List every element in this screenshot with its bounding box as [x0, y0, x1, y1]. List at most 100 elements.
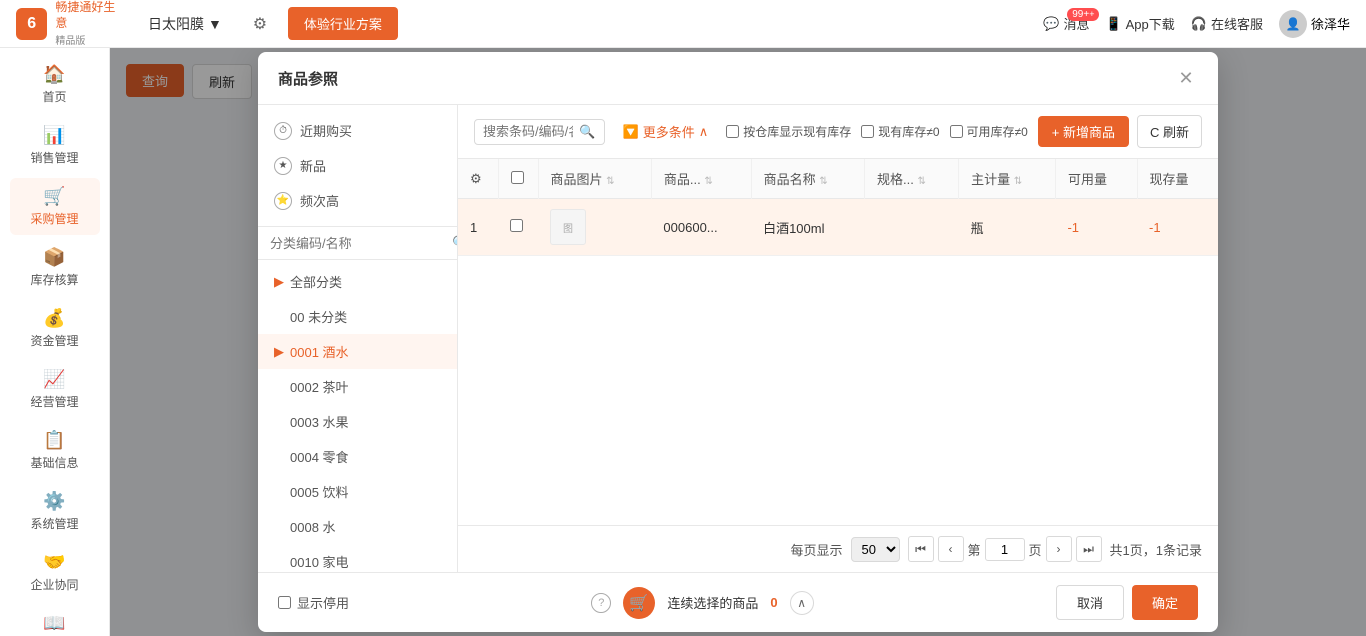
product-search-box: 🔍: [474, 119, 605, 145]
checkbox-warehouse-stock[interactable]: 按仓库显示现有库存: [726, 123, 851, 140]
modal-footer: 显示停用 ? 🛒 连续选择的商品 0 ∧ 取消 确定: [258, 572, 1218, 632]
sidebar-item-inventory[interactable]: 📦 库存核算: [10, 239, 100, 296]
filter-icon: 🔽: [623, 124, 639, 140]
category-item-liquor[interactable]: ▶ 0001 酒水: [258, 334, 457, 369]
logo-text: 畅捷通好生意: [55, 0, 126, 31]
category-item-water[interactable]: 0008 水: [258, 509, 457, 544]
modal-close-button[interactable]: ✕: [1174, 66, 1198, 90]
product-reference-modal: 商品参照 ✕ ⏱ 近期购买 ★ 新: [258, 52, 1218, 632]
per-page-select[interactable]: 50: [851, 537, 900, 562]
sidebar-label-operations: 经营管理: [30, 393, 78, 410]
product-table: ⚙ 商品图片 ⇅ 商品... ⇅: [458, 159, 1218, 256]
sidebar-item-system[interactable]: ⚙️ 系统管理: [10, 483, 100, 540]
dropdown-arrow-icon: ▼: [208, 16, 222, 32]
checkbox-warehouse-stock-input[interactable]: [726, 125, 739, 138]
row-spec: [865, 199, 959, 256]
category-label-liquor: 0001 酒水: [290, 342, 349, 361]
display-disabled-checkbox-label[interactable]: 显示停用: [278, 593, 349, 612]
purchase-icon: 🛒: [43, 186, 65, 207]
col-image-label: 商品图片: [551, 172, 603, 187]
page-number-input[interactable]: [985, 538, 1025, 561]
row-checkbox[interactable]: [498, 199, 538, 256]
app-download-button[interactable]: 📱 App下载: [1105, 14, 1174, 33]
product-search-icon[interactable]: 🔍: [579, 124, 595, 140]
footer-collapse-button[interactable]: ∧: [790, 591, 814, 615]
display-disabled-checkbox[interactable]: [278, 596, 291, 609]
help-icon[interactable]: ?: [591, 593, 611, 613]
col-code: 商品... ⇅: [651, 159, 751, 199]
sidebar-item-sales[interactable]: 📊 销售管理: [10, 117, 100, 174]
col-spec: 规格... ⇅: [865, 159, 959, 199]
category-label-all: 全部分类: [290, 272, 342, 291]
sidebar-item-guide[interactable]: 📖 新手引导: [10, 605, 100, 636]
checkbox-existing-stock-input[interactable]: [861, 125, 874, 138]
store-dropdown[interactable]: 日太阳膜 ▼: [138, 8, 232, 40]
table-row[interactable]: 1 图 000600...: [458, 199, 1218, 256]
category-search-area: 🔍 «: [258, 227, 457, 260]
cart-count: 0: [770, 595, 777, 610]
row-image: 图: [538, 199, 651, 256]
checkbox-existing-stock[interactable]: 现有库存≠0: [861, 123, 939, 140]
sidebar-item-purchase[interactable]: 🛒 采购管理: [10, 178, 100, 235]
col-image: 商品图片 ⇅: [538, 159, 651, 199]
col-code-label: 商品...: [664, 172, 701, 187]
first-page-button[interactable]: ⏮: [908, 536, 934, 562]
sidebar-item-operations[interactable]: 📈 经营管理: [10, 361, 100, 418]
tab-new[interactable]: ★ 新品: [258, 148, 457, 183]
add-product-button[interactable]: + 新增商品: [1038, 116, 1129, 147]
sidebar-label-collab: 企业协同: [30, 576, 78, 593]
select-all-checkbox[interactable]: [511, 171, 524, 184]
sidebar-item-home[interactable]: 🏠 首页: [10, 56, 100, 113]
tab-recent[interactable]: ⏱ 近期购买: [258, 113, 457, 148]
col-checkbox[interactable]: [498, 159, 538, 199]
category-item-electronics[interactable]: 0010 家电: [258, 544, 457, 572]
product-table-container: ⚙ 商品图片 ⇅ 商品... ⇅: [458, 159, 1218, 525]
sidebar-item-finance[interactable]: 💰 资金管理: [10, 300, 100, 357]
row-stock: -1: [1137, 199, 1218, 256]
service-button[interactable]: 🎧 在线客服: [1191, 14, 1263, 33]
trial-button[interactable]: 体验行业方案: [288, 7, 398, 40]
prev-page-button[interactable]: ‹: [938, 536, 964, 562]
toolbar-right: + 新增商品 C 刷新: [1038, 115, 1202, 148]
category-item-fruit[interactable]: 0003 水果: [258, 404, 457, 439]
checkbox-existing-stock-label: 现有库存≠0: [878, 123, 939, 140]
logo-area: 6 畅捷通好生意 精品版: [16, 0, 126, 46]
sidebar-item-basics[interactable]: 📋 基础信息: [10, 422, 100, 479]
category-item-unclassified[interactable]: 00 未分类: [258, 299, 457, 334]
checkbox-available-stock[interactable]: 可用库存≠0: [950, 123, 1028, 140]
gear-button[interactable]: ⚙: [244, 8, 276, 40]
next-page-button[interactable]: ›: [1046, 536, 1072, 562]
sidebar-label-system: 系统管理: [30, 515, 78, 532]
new-tab-icon: ★: [274, 157, 292, 175]
filter-button[interactable]: 🔽 更多条件 ∧: [615, 118, 717, 145]
category-item-snacks[interactable]: 0004 零食: [258, 439, 457, 474]
cart-icon[interactable]: 🛒: [623, 587, 655, 619]
messages-button[interactable]: 💬 消息 99++: [1043, 14, 1089, 33]
category-search-input[interactable]: [270, 236, 446, 251]
product-stock-value: -1: [1149, 220, 1161, 235]
last-page-button[interactable]: ⏭: [1076, 536, 1102, 562]
product-toolbar: 🔍 🔽 更多条件 ∧ 按仓库显示现有库存: [458, 105, 1218, 159]
category-item-all[interactable]: ▶ 全部分类: [258, 264, 457, 299]
col-settings[interactable]: ⚙: [458, 159, 498, 199]
user-avatar-area[interactable]: 👤 徐泽华: [1279, 10, 1350, 38]
sidebar-label-sales: 销售管理: [30, 149, 78, 166]
pagination-bar: 每页显示 50 ⏮ ‹ 第 页 › ⏭: [458, 525, 1218, 572]
logo-text-area: 畅捷通好生意 精品版: [55, 0, 126, 46]
row-select-checkbox[interactable]: [510, 219, 523, 232]
product-search-input[interactable]: [483, 124, 573, 139]
cancel-button[interactable]: 取消: [1056, 585, 1124, 620]
refresh-product-button[interactable]: C 刷新: [1137, 115, 1202, 148]
app-layout: 🏠 首页 📊 销售管理 🛒 采购管理 📦 库存核算 💰 资金管理 📈 经营管理 …: [0, 48, 1366, 636]
checkbox-available-stock-input[interactable]: [950, 125, 963, 138]
sidebar-item-collab[interactable]: 🤝 企业协同: [10, 544, 100, 601]
app-label: App下载: [1126, 14, 1175, 33]
category-item-drinks[interactable]: 0005 饮料: [258, 474, 457, 509]
frequent-tab-label: 频次高: [300, 191, 339, 210]
table-header-row: ⚙ 商品图片 ⇅ 商品... ⇅: [458, 159, 1218, 199]
confirm-button[interactable]: 确定: [1132, 585, 1198, 620]
service-label: 在线客服: [1211, 14, 1263, 33]
tab-frequent[interactable]: ⭐ 频次高: [258, 183, 457, 218]
page-number-prefix: 第: [968, 540, 981, 559]
category-item-tea[interactable]: 0002 茶叶: [258, 369, 457, 404]
